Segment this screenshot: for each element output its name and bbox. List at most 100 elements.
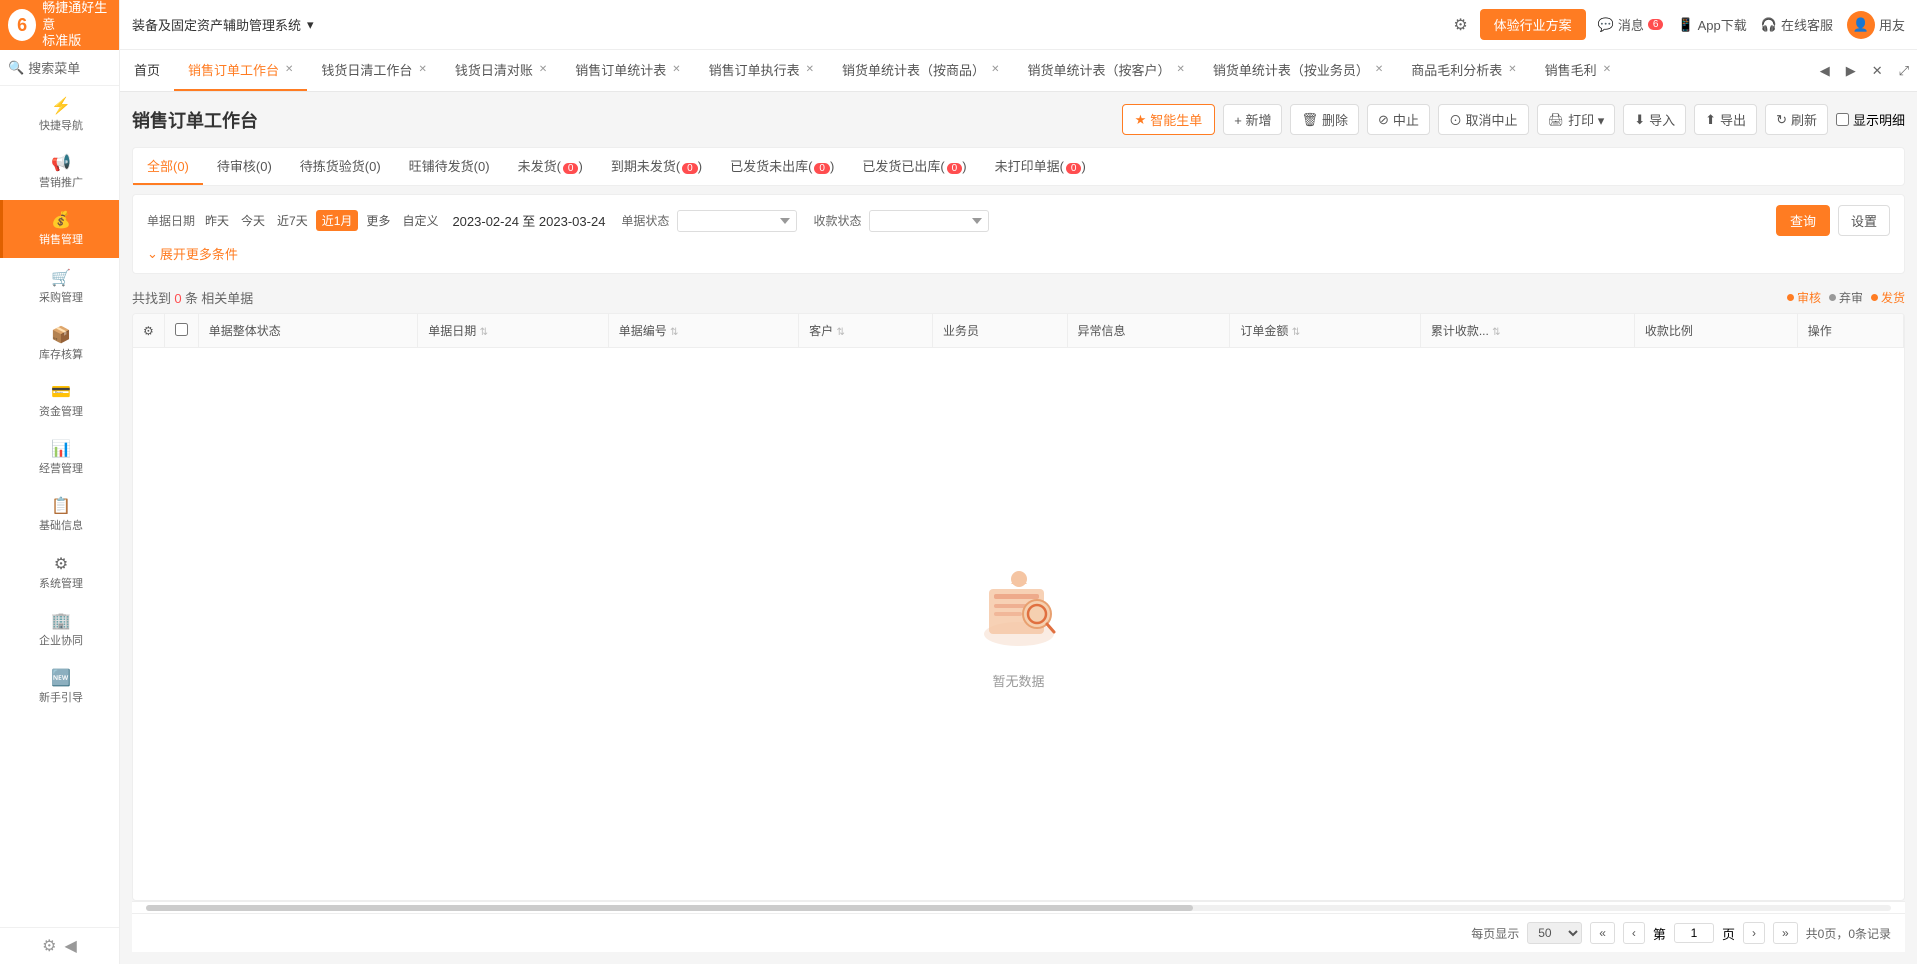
col-settings[interactable]: ⚙	[133, 314, 164, 348]
tab-scroll-left[interactable]: ◀	[1812, 55, 1838, 87]
app-download-item[interactable]: 📱 App下载	[1677, 15, 1746, 34]
tab-sales-stat2[interactable]: 销货单统计表（按商品）✕	[828, 50, 1013, 91]
filter-tab-not-shipped[interactable]: 未发货(0)	[504, 148, 597, 185]
import-icon: ⬇	[1634, 112, 1645, 128]
tab-sales-amount[interactable]: 销售毛利✕	[1531, 50, 1625, 91]
tab-scroll-right[interactable]: ▶	[1838, 55, 1864, 87]
search-setting-button[interactable]: 设置	[1838, 205, 1890, 236]
tab-close-sales-stat[interactable]: ✕	[672, 64, 680, 75]
tab-margin-stat[interactable]: 商品毛利分析表✕	[1397, 50, 1530, 91]
payment-select[interactable]	[869, 210, 989, 232]
inventory-icon: 📦	[51, 325, 71, 345]
sidebar-item-finance[interactable]: 💳资金管理	[0, 372, 119, 429]
avatar: 👤	[1847, 11, 1875, 39]
query-button[interactable]: 查询	[1776, 205, 1830, 236]
refresh-button[interactable]: ↻ 刷新	[1765, 104, 1828, 135]
tab-close-sales-order[interactable]: ✕	[285, 64, 293, 75]
sidebar-item-system[interactable]: ⚙系统管理	[0, 544, 119, 601]
show-detail-checkbox[interactable]: 显示明细	[1836, 110, 1905, 129]
sidebar-item-operations[interactable]: 📊经营管理	[0, 429, 119, 486]
export-button[interactable]: ⬆ 导出	[1694, 104, 1757, 135]
print-button[interactable]: 🖨 打印 ▾	[1537, 104, 1616, 135]
tab-close-all[interactable]: ✕	[1864, 55, 1891, 87]
sidebar-item-marketing[interactable]: 📢营销推广	[0, 143, 119, 200]
tab-expand[interactable]: ⤢	[1891, 55, 1917, 87]
tab-close-sales-amount[interactable]: ✕	[1603, 64, 1611, 75]
tab-sales-order[interactable]: 销售订单工作台✕	[174, 50, 307, 91]
service-item[interactable]: 🎧 在线客服	[1761, 15, 1833, 34]
page-last-button[interactable]: »	[1773, 922, 1798, 944]
tab-list: 首页销售订单工作台✕钱货日清工作台✕钱货日清对账✕销售订单统计表✕销售订单执行表…	[120, 50, 1812, 91]
message-item[interactable]: 💬 消息 6	[1598, 15, 1664, 34]
page-next-button[interactable]: ›	[1743, 922, 1765, 944]
col-collected[interactable]: 累计收款... ⇅	[1420, 314, 1634, 348]
filter-tab-pending-review[interactable]: 待审核(0)	[203, 148, 286, 185]
page-first-button[interactable]: «	[1590, 922, 1615, 944]
col-checkbox[interactable]	[164, 314, 198, 348]
smart-create-button[interactable]: ★ 智能生单	[1122, 104, 1216, 135]
sidebar-item-quick-nav[interactable]: ⚡快捷导航	[0, 86, 119, 143]
topbar-settings-icon[interactable]: ⚙	[1453, 15, 1467, 35]
filter-tab-shipped-out[interactable]: 已发货已出库(0)	[848, 148, 980, 185]
sidebar-item-purchase[interactable]: 🛒采购管理	[0, 258, 119, 315]
expand-conditions-button[interactable]: ⌄ 展开更多条件	[147, 244, 1890, 263]
date-opt-yesterday[interactable]: 昨天	[201, 210, 233, 231]
col-date[interactable]: 单据日期 ⇅	[418, 314, 608, 348]
filter-tab-pending-inspect[interactable]: 待拣货验货(0)	[286, 148, 395, 185]
tab-close-cash-daily[interactable]: ✕	[418, 64, 426, 75]
col-abnormal: 异常信息	[1067, 314, 1230, 348]
sidebar-item-enterprise[interactable]: 🏢企业协同	[0, 601, 119, 658]
tab-label-home: 首页	[134, 60, 160, 79]
filter-tab-shipped-not-out[interactable]: 已发货未出库(0)	[716, 148, 848, 185]
tab-close-sales-exec[interactable]: ✕	[806, 64, 814, 75]
tab-home[interactable]: 首页	[120, 50, 174, 91]
batch-void-button[interactable]: 弃审	[1829, 289, 1863, 306]
filter-tab-expired-not-shipped[interactable]: 到期未发货(0)	[597, 148, 716, 185]
col-amount[interactable]: 订单金额 ⇅	[1230, 314, 1420, 348]
tab-close-sales-stat2[interactable]: ✕	[991, 64, 999, 75]
settings-bottom-icon[interactable]: ⚙	[42, 936, 56, 956]
filter-tab-not-printed[interactable]: 未打印单据(0)	[981, 148, 1100, 185]
status-select[interactable]	[677, 210, 797, 232]
tab-close-sales-stat3[interactable]: ✕	[1176, 64, 1184, 75]
sidebar-item-sales[interactable]: 💰销售管理	[0, 200, 119, 257]
date-opt-1month[interactable]: 近1月	[316, 210, 359, 231]
date-opt-today[interactable]: 今天	[237, 210, 269, 231]
tab-close-cash-reconcile[interactable]: ✕	[539, 64, 547, 75]
import-button[interactable]: ⬇ 导入	[1623, 104, 1686, 135]
date-opt-more[interactable]: 更多	[362, 210, 394, 231]
batch-ship-button[interactable]: 发货	[1871, 289, 1905, 306]
filter-tab-all[interactable]: 全部(0)	[133, 148, 203, 185]
tab-cash-daily[interactable]: 钱货日清工作台✕	[307, 50, 440, 91]
tab-cash-reconcile[interactable]: 钱货日清对账✕	[441, 50, 561, 91]
batch-review-button[interactable]: 审核	[1787, 289, 1821, 306]
page-number-input[interactable]	[1674, 923, 1714, 943]
stop-button[interactable]: ⊘ 中止	[1367, 104, 1430, 135]
user-item[interactable]: 👤 用友	[1847, 11, 1905, 39]
delete-button[interactable]: 🗑 删除	[1290, 104, 1359, 135]
col-number[interactable]: 单据编号 ⇅	[608, 314, 798, 348]
tab-sales-exec[interactable]: 销售订单执行表✕	[695, 50, 828, 91]
date-opt-custom[interactable]: 自定义	[398, 210, 442, 231]
sidebar-item-guide[interactable]: 🆕新手引导	[0, 658, 119, 715]
solution-button[interactable]: 体验行业方案	[1480, 9, 1586, 40]
tab-sales-stat3[interactable]: 销货单统计表（按客户）✕	[1013, 50, 1198, 91]
date-opt-7days[interactable]: 近7天	[273, 210, 312, 231]
page-size-select[interactable]: 50 10 20 100	[1527, 922, 1582, 944]
sidebar-item-base-info[interactable]: 📋基础信息	[0, 486, 119, 543]
col-customer[interactable]: 客户 ⇅	[799, 314, 933, 348]
page-prev-button[interactable]: ‹	[1623, 922, 1645, 944]
tab-close-sales-stat4[interactable]: ✕	[1375, 64, 1383, 75]
topbar-title-dropdown[interactable]: ▾	[307, 17, 314, 33]
sidebar-search[interactable]: 🔍 搜索菜单	[0, 50, 119, 86]
enterprise-icon: 🏢	[51, 611, 71, 631]
tab-sales-stat4[interactable]: 销货单统计表（按业务员）✕	[1199, 50, 1397, 91]
filter-tab-wangpu-ship[interactable]: 旺铺待发货(0)	[395, 148, 504, 185]
sort-customer-icon: ⇅	[837, 327, 845, 338]
tab-close-margin-stat[interactable]: ✕	[1508, 64, 1516, 75]
collapse-icon[interactable]: ◀	[65, 936, 77, 956]
add-button[interactable]: + 新增	[1223, 104, 1282, 135]
cancel-stop-button[interactable]: ⊙ 取消中止	[1438, 104, 1529, 135]
tab-sales-stat[interactable]: 销售订单统计表✕	[561, 50, 694, 91]
sidebar-item-inventory[interactable]: 📦库存核算	[0, 315, 119, 372]
